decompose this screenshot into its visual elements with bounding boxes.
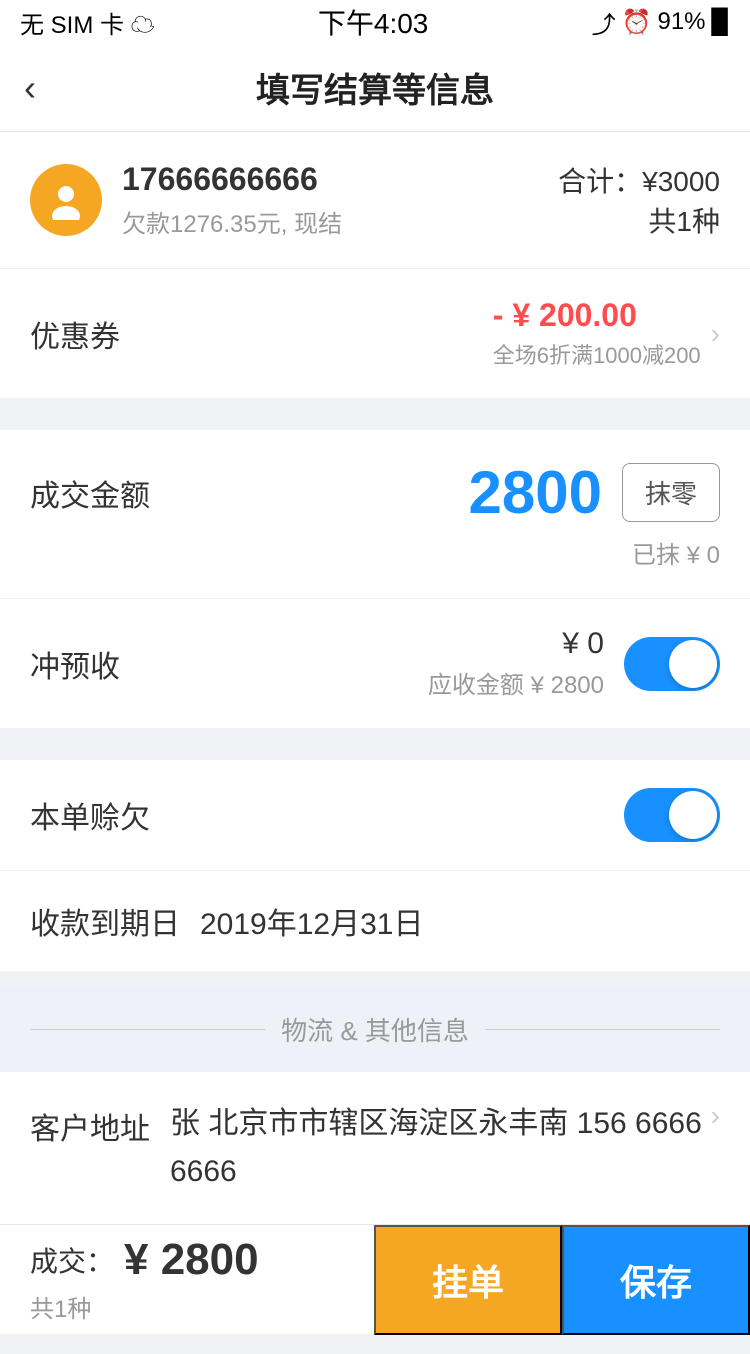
bottom-count: 共1种 [30,1289,344,1324]
page-title: 填写结算等信息 [256,63,494,112]
avatar [30,164,102,236]
address-text: 张 北京市市辖区海淀区永丰南 156 6666 6666 [170,1100,711,1196]
amount-sub: 已抹 ¥ 0 [30,535,720,570]
prepay-amount: ¥ 0 [428,627,604,661]
address-label: 客户地址 [30,1104,150,1148]
debt-section: 本单赊欠 [0,760,750,870]
nav-bar: ‹ 填写结算等信息 [0,44,750,132]
round-zero-button[interactable]: 抹零 [622,463,720,522]
logistics-header: 物流 & 其他信息 [0,987,750,1072]
coupon-chevron-icon: › [711,318,720,350]
customer-section: 17666666666 欠款1276.35元, 现结 合计：¥3000 共1种 … [0,132,750,398]
location-icon: ⤴ [592,5,616,40]
prepay-right: ¥ 0 应收金额 ¥ 2800 [428,627,720,700]
bottom-summary: 成交： ¥ 2800 共1种 [0,1235,374,1324]
bottom-deal-row: 成交： ¥ 2800 [30,1235,344,1285]
logistics-line-left [30,1029,265,1030]
hang-order-button[interactable]: 挂单 [374,1225,562,1335]
status-time: 下午4:03 [318,2,429,42]
bottom-bar: 成交： ¥ 2800 共1种 挂单 保存 [0,1224,750,1334]
customer-info: 17666666666 欠款1276.35元, 现结 [122,161,342,239]
prepay-row: 冲预收 ¥ 0 应收金额 ¥ 2800 [0,598,750,728]
prepay-toggle[interactable] [624,637,720,691]
bottom-deal-amount: ¥ 2800 [124,1235,259,1285]
coupon-desc: 全场6折满1000减200 [493,338,701,370]
logistics-line-right [485,1029,720,1030]
customer-right: 合计：¥3000 共1种 [558,160,720,240]
amount-row: 成交金额 2800 抹零 [30,458,720,527]
address-chevron-icon: › [711,1100,720,1132]
customer-debt: 欠款1276.35元, 现结 [122,204,342,239]
amount-value: 2800 [469,458,602,527]
amount-label: 成交金额 [30,471,150,515]
bottom-deal-label: 成交： [30,1240,114,1280]
total-label: 合计： [558,166,642,197]
debt-toggle[interactable] [624,788,720,842]
divider-2 [0,728,750,744]
customer-phone: 17666666666 [122,161,342,198]
coupon-right: - ¥ 200.00 全场6折满1000减200 › [493,297,720,370]
toggle-knob [669,640,717,688]
status-right: ⤴ ⏰ 91% ▉ [592,5,730,40]
prepay-label: 冲预收 [30,642,120,686]
coupon-discount: - ¥ 200.00 [493,297,701,334]
back-button[interactable]: ‹ [24,67,36,109]
duedate-section: 收款到期日 2019年12月31日 [0,870,750,971]
alarm-icon: ⏰ [622,8,652,37]
divider-1 [0,414,750,430]
prepay-sub: 应收金额 ¥ 2800 [428,665,604,700]
customer-row: 17666666666 欠款1276.35元, 现结 合计：¥3000 共1种 [0,132,750,268]
duedate-value: 2019年12月31日 [200,899,423,943]
coupon-row[interactable]: 优惠券 - ¥ 200.00 全场6折满1000减200 › [0,268,750,398]
sim-wifi-label: 无 SIM 卡 ☁ [20,5,155,40]
total-row: 合计：¥3000 [558,160,720,200]
total-amount: ¥3000 [642,166,720,197]
save-button[interactable]: 保存 [562,1225,750,1335]
total-count: 共1种 [558,200,720,240]
battery-icon: ▉ [712,8,730,37]
amount-section: 成交金额 2800 抹零 已抹 ¥ 0 [0,430,750,598]
debt-label: 本单赊欠 [30,793,150,837]
amount-right: 2800 抹零 [469,458,721,527]
battery-label: 91% [657,8,705,36]
duedate-row: 收款到期日 2019年12月31日 [30,899,720,943]
status-left: 无 SIM 卡 ☁ [20,5,155,40]
address-section[interactable]: 客户地址 张 北京市市辖区海淀区永丰南 156 6666 6666 › [0,1072,750,1224]
debt-toggle-knob [669,791,717,839]
customer-left: 17666666666 欠款1276.35元, 现结 [30,161,342,239]
status-bar: 无 SIM 卡 ☁ 下午4:03 ⤴ ⏰ 91% ▉ [0,0,750,44]
address-content: 张 北京市市辖区海淀区永丰南 156 6666 6666 [170,1100,711,1196]
coupon-label: 优惠券 [30,312,120,356]
prepay-info: ¥ 0 应收金额 ¥ 2800 [428,627,604,700]
duedate-label: 收款到期日 [30,899,180,943]
logistics-label: 物流 & 其他信息 [281,1011,469,1048]
